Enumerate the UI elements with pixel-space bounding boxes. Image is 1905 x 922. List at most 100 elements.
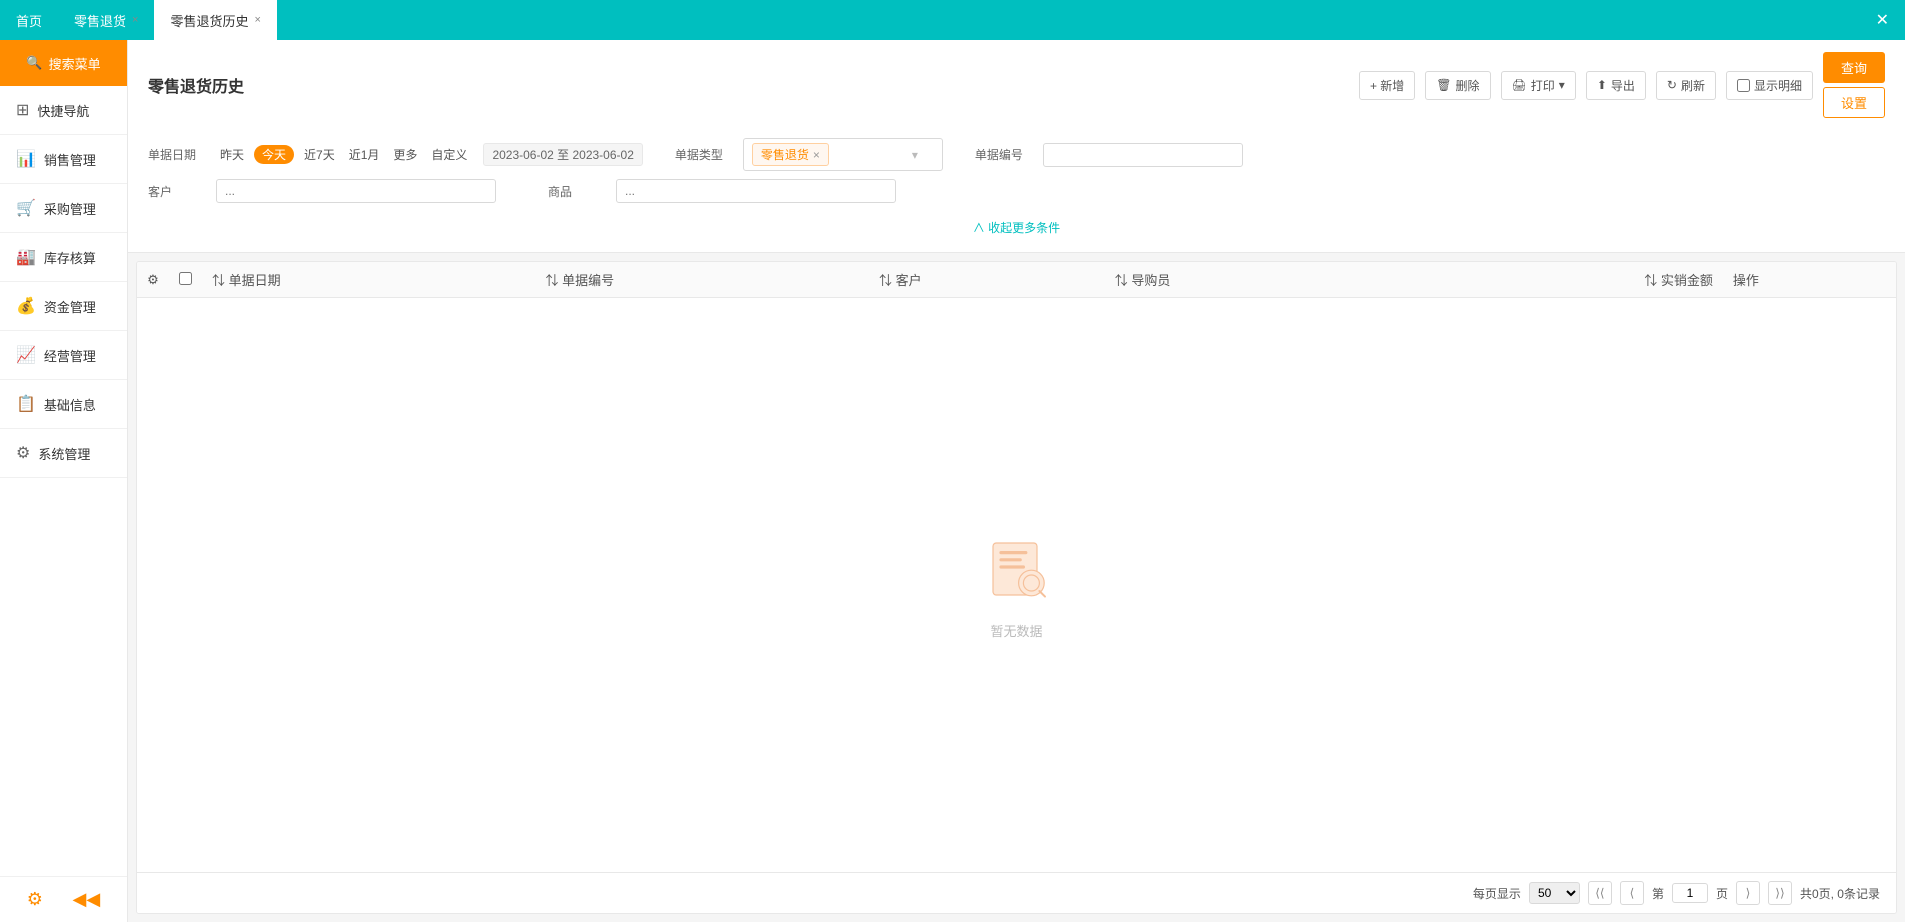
customer-input[interactable] (216, 179, 496, 203)
filter-area: 单据日期 昨天 今天 近7天 近1月 更多 自定义 2023-06-02 至 2… (148, 128, 1885, 252)
date-custom[interactable]: 自定义 (427, 145, 471, 164)
doc-type-tag-close[interactable]: × (813, 148, 820, 162)
prev-page-button[interactable]: ⟨ (1620, 881, 1644, 905)
tab-bar: 首页 零售退货 × 零售退货历史 × (0, 0, 1876, 40)
collapse-button[interactable]: ∧ 收起更多条件 (973, 219, 1060, 236)
page-size-label: 每页显示 (1473, 885, 1521, 902)
purchase-icon: 🛒 (16, 198, 36, 218)
select-all-checkbox[interactable] (179, 272, 192, 285)
sidebar-item-quick-nav[interactable]: ⊞ 快捷导航 (0, 86, 127, 135)
date-more[interactable]: 更多 (389, 145, 421, 164)
date-today[interactable]: 今天 (254, 145, 294, 164)
date-yesterday[interactable]: 昨天 (216, 145, 248, 164)
export-button[interactable]: ⬆ 导出 (1586, 71, 1646, 100)
table-header: ⚙ ⇅ 单据日期 ⇅ 单据编号 (137, 262, 1896, 298)
col-doc-number-label: 单据编号 (562, 273, 614, 288)
next-page-button[interactable]: ⟩ (1736, 881, 1760, 905)
last-page-button[interactable]: ⟩⟩ (1768, 881, 1792, 905)
table-settings-icon[interactable]: ⚙ (147, 272, 159, 287)
sidebar-item-system-mgmt[interactable]: ⚙ 系统管理 (0, 429, 127, 478)
customer-label: 客户 (148, 183, 204, 200)
page-label: 页 (1716, 885, 1728, 902)
print-button[interactable]: 🖨 打印 ▾ (1501, 71, 1576, 100)
col-customer: ⇅ 客户 (869, 262, 1105, 298)
doc-type-chevron: ▾ (912, 148, 918, 162)
display-detail-button[interactable]: 显示明细 (1726, 71, 1813, 100)
print-label: 打印 (1531, 77, 1555, 94)
settings-col: ⚙ (137, 262, 169, 298)
new-button[interactable]: + 新增 (1359, 71, 1415, 100)
search-icon: 🔍 (26, 55, 42, 71)
first-page-button[interactable]: ⟨⟨ (1588, 881, 1612, 905)
pagination: 每页显示 50 100 200 ⟨⟨ ⟨ 第 页 ⟩ ⟩⟩ 共0页, 0条记录 (137, 872, 1896, 913)
table-scroll-area: ⚙ ⇅ 单据日期 ⇅ 单据编号 (137, 262, 1896, 872)
sidebar-item-basic-info-label: 基础信息 (44, 395, 96, 414)
settings-bottom-icon[interactable]: ⚙ (27, 889, 43, 910)
sidebar-item-finance-label: 资金管理 (44, 297, 96, 316)
table-header-row: ⚙ ⇅ 单据日期 ⇅ 单据编号 (137, 262, 1896, 298)
doc-type-tag: 零售退货 × (752, 143, 829, 166)
delete-button[interactable]: 🗑 删除 (1425, 71, 1490, 100)
tab-home[interactable]: 首页 (0, 0, 58, 40)
total-text: 共0页, 0条记录 (1800, 885, 1880, 902)
doc-type-label: 单据类型 (675, 146, 731, 163)
col-guide: ⇅ 导购员 (1105, 262, 1390, 298)
empty-icon (977, 531, 1057, 611)
print-icon: 🖨 (1512, 78, 1527, 92)
basic-info-icon: 📋 (16, 394, 36, 414)
tab-retail-return-history-close[interactable]: × (254, 14, 260, 26)
col-doc-date-label: 单据日期 (229, 273, 281, 288)
page-title: 零售退货历史 (148, 73, 244, 97)
table-container: ⚙ ⇅ 单据日期 ⇅ 单据编号 (136, 261, 1897, 914)
delete-label: 删除 (1456, 77, 1480, 94)
sidebar-item-purchase-label: 采购管理 (44, 199, 96, 218)
tab-retail-return-history[interactable]: 零售退货历史 × (154, 0, 276, 40)
tab-retail-return-history-label: 零售退货历史 (170, 11, 248, 30)
sidebar-item-finance[interactable]: 💰 资金管理 (0, 282, 127, 331)
goods-input[interactable] (616, 179, 896, 203)
sidebar-item-operations-label: 经营管理 (44, 346, 96, 365)
sidebar-item-inventory-label: 库存核算 (44, 248, 96, 267)
tab-retail-return-close[interactable]: × (132, 14, 138, 26)
window-close-button[interactable]: ✕ (1876, 10, 1905, 30)
sidebar-search[interactable]: 🔍 搜索菜单 (0, 40, 127, 86)
refresh-icon: ↻ (1667, 78, 1677, 92)
date-1month[interactable]: 近1月 (345, 145, 384, 164)
doc-number-input[interactable] (1043, 143, 1243, 167)
refresh-label: 刷新 (1681, 77, 1705, 94)
sidebar-item-sales-mgmt[interactable]: 📊 销售管理 (0, 135, 127, 184)
empty-text: 暂无数据 (990, 621, 1042, 640)
col-amount-label: 实销金额 (1661, 273, 1713, 288)
tab-retail-return[interactable]: 零售退货 × (58, 0, 154, 40)
sidebar-search-label: 搜索菜单 (49, 54, 101, 73)
col-action: 操作 (1723, 262, 1896, 298)
sidebar-item-operations[interactable]: 📈 经营管理 (0, 331, 127, 380)
page-number-input[interactable] (1672, 883, 1708, 903)
query-setting-group: 查询 设置 (1823, 52, 1885, 118)
date-range-display[interactable]: 2023-06-02 至 2023-06-02 (483, 143, 642, 166)
sidebar: 🔍 搜索菜单 ⊞ 快捷导航 📊 销售管理 🛒 采购管理 🏭 库存核算 💰 资金管… (0, 40, 128, 922)
goods-label: 商品 (548, 183, 604, 200)
setting-button[interactable]: 设置 (1823, 87, 1885, 118)
header-actions: + 新增 🗑 删除 🖨 打印 ▾ ⬆ 导出 ↻ (1359, 52, 1885, 118)
audio-icon[interactable]: ◀◀ (73, 889, 101, 910)
system-icon: ⚙ (16, 443, 30, 463)
refresh-button[interactable]: ↻ 刷新 (1656, 71, 1716, 100)
filter-row-1: 单据日期 昨天 今天 近7天 近1月 更多 自定义 2023-06-02 至 2… (148, 138, 1885, 171)
page-header-top: 零售退货历史 + 新增 🗑 删除 🖨 打印 ▾ ⬆ 导出 (148, 52, 1885, 118)
date-label: 单据日期 (148, 146, 204, 163)
page-size-select[interactable]: 50 100 200 (1529, 882, 1580, 904)
col-doc-date: ⇅ 单据日期 (202, 262, 536, 298)
sidebar-item-purchase-mgmt[interactable]: 🛒 采购管理 (0, 184, 127, 233)
date-7days[interactable]: 近7天 (300, 145, 339, 164)
sidebar-item-basic-info[interactable]: 📋 基础信息 (0, 380, 127, 429)
inventory-icon: 🏭 (16, 247, 36, 267)
sidebar-item-system-label: 系统管理 (38, 444, 90, 463)
date-options: 昨天 今天 近7天 近1月 更多 自定义 (216, 145, 471, 164)
doc-type-select[interactable]: 零售退货 × ▾ (743, 138, 943, 171)
query-button[interactable]: 查询 (1823, 52, 1885, 83)
display-detail-checkbox[interactable] (1737, 79, 1750, 92)
sidebar-item-inventory[interactable]: 🏭 库存核算 (0, 233, 127, 282)
col-guide-label: 导购员 (1131, 273, 1170, 288)
data-table: ⚙ ⇅ 单据日期 ⇅ 单据编号 (137, 262, 1896, 298)
